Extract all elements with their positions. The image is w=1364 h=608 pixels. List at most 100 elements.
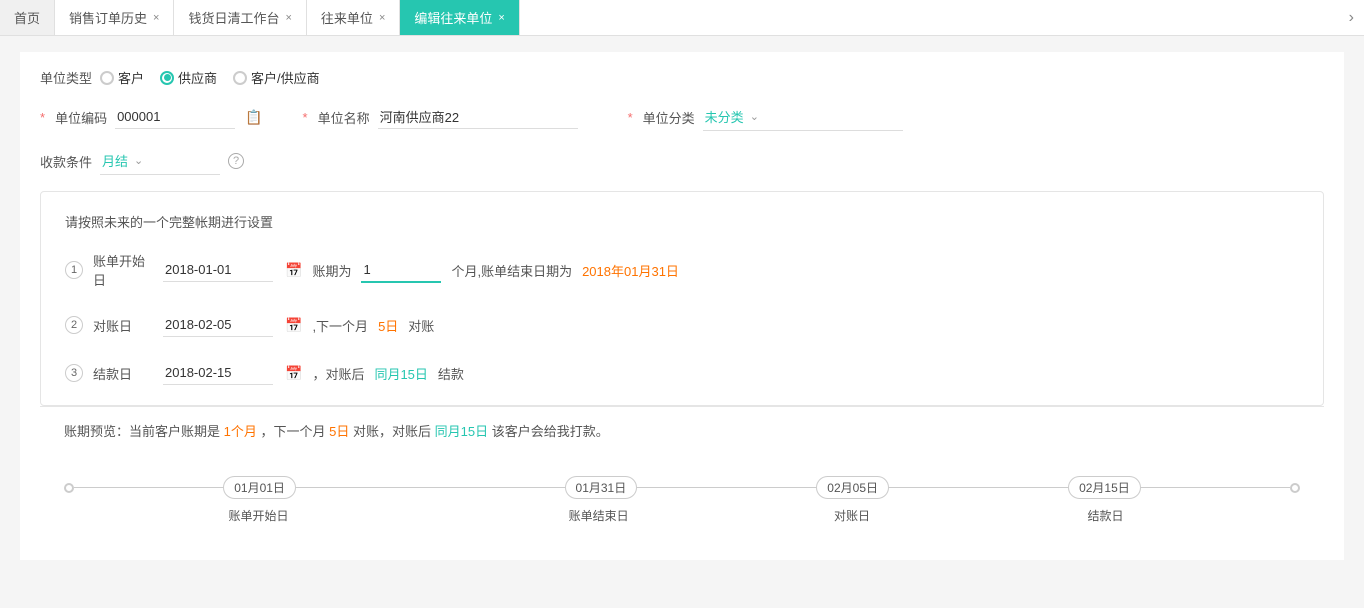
radio-customer-supplier[interactable]: 客户/供应商 [233, 68, 320, 87]
tab-unit[interactable]: 往来单位 × [307, 0, 400, 35]
tab-bar: 首页 销售订单历史 × 钱货日清工作台 × 往来单位 × 编辑往来单位 × › [0, 0, 1364, 36]
unit-name-field: * 单位名称 [303, 105, 578, 129]
timeline-node-3: 02月05日 [816, 476, 889, 499]
payment-day-text: 同月15日 [374, 364, 427, 383]
row1-label: 账单开始日 [93, 251, 153, 289]
radio-customer-label: 客户 [118, 68, 144, 87]
preview-bar: 账期预览：当前客户账期是 1个月 ，下一个月 5日 对账，对账后 同月15日 该… [40, 406, 1324, 454]
tab-cash-label: 钱货日清工作台 [188, 8, 279, 27]
row2-num: 2 [65, 316, 83, 334]
reconcile-date-input[interactable] [163, 313, 273, 337]
tab-unit-label: 往来单位 [321, 8, 373, 27]
timeline-visual: 01月01日 01月31日 02月05日 02月15日 [40, 454, 1324, 544]
tab-home-label: 首页 [14, 8, 40, 27]
unit-name-label: 单位名称 [318, 108, 370, 127]
radio-customer[interactable]: 客户 [100, 68, 144, 87]
unit-name-input[interactable] [378, 105, 578, 129]
billing-start-date-input[interactable] [163, 258, 273, 282]
row2-pre-text: ,下一个月 [312, 316, 368, 335]
billing-end-date-text: 2018年01月31日 [582, 261, 679, 280]
preview-prefix: 账期预览：当前客户账期是 [64, 424, 220, 439]
preview-part2: 5日 [329, 424, 349, 439]
reconcile-cal-icon[interactable]: 📅 [285, 317, 302, 334]
payment-condition-value: 月结 [102, 151, 128, 170]
unit-type-field: 单位类型 客户 供应商 客户/供应商 [40, 68, 320, 87]
tab-edit-unit-label: 编辑往来单位 [414, 8, 492, 27]
tab-cash-close-icon[interactable]: × [285, 12, 291, 24]
unit-name-star: * [303, 110, 308, 125]
timeline-node4-badge: 02月15日 [1068, 476, 1141, 499]
timeline-node2-badge: 01月31日 [565, 476, 638, 499]
timeline-node-4: 02月15日 [1068, 476, 1141, 499]
payment-cal-icon[interactable]: 📅 [285, 365, 302, 382]
preview-suffix: 该客户会给我打款。 [492, 424, 609, 439]
tab-edit-unit-close-icon[interactable]: × [498, 12, 504, 24]
row3-pre-text: ，对账后 [312, 364, 364, 383]
main-content: 单位类型 客户 供应商 客户/供应商 [0, 36, 1364, 576]
unit-type-row: 单位类型 客户 供应商 客户/供应商 [40, 68, 1324, 87]
tab-sales-order-history[interactable]: 销售订单历史 × [55, 0, 174, 35]
unit-classify-star: * [628, 110, 633, 125]
reconcile-row: 2 对账日 📅 ,下一个月 5日 对账 [65, 313, 1299, 337]
unit-type-label: 单位类型 [40, 68, 92, 87]
row1-post-text: 个月,账单结束日期为 [451, 261, 572, 280]
payment-row: 3 结款日 📅 ，对账后 同月15日 结款 [65, 361, 1299, 385]
unit-code-label: 单位编码 [55, 108, 107, 127]
payment-condition-label: 收款条件 [40, 152, 92, 171]
unit-classify-label: 单位分类 [643, 108, 695, 127]
unit-code-input[interactable] [115, 105, 235, 129]
tab-unit-close-icon[interactable]: × [379, 12, 385, 24]
billing-start-row: 1 账单开始日 📅 账期为 个月,账单结束日期为 2018年01月31日 [65, 251, 1299, 289]
row3-post-text: 结款 [438, 364, 464, 383]
row2-post-text: 对账 [408, 316, 434, 335]
payment-date-input[interactable] [163, 361, 273, 385]
radio-supplier[interactable]: 供应商 [160, 68, 217, 87]
tab-sales-label: 销售订单历史 [69, 8, 147, 27]
unit-code-copy-icon[interactable]: 📋 [245, 109, 262, 126]
billing-start-cal-icon[interactable]: 📅 [285, 262, 302, 279]
timeline-node1-badge: 01月01日 [223, 476, 296, 499]
timeline-node3-label: 对账日 [834, 507, 870, 524]
radio-supplier-circle [160, 71, 174, 85]
reconcile-day-text: 5日 [378, 316, 398, 335]
radio-customer-supplier-circle [233, 71, 247, 85]
row3-num: 3 [65, 364, 83, 382]
payment-condition-help-icon[interactable]: ? [228, 153, 244, 169]
tab-cash-work[interactable]: 钱货日清工作台 × [174, 0, 306, 35]
unit-type-radio-group: 客户 供应商 客户/供应商 [100, 68, 320, 87]
preview-part3: 同月15日 [435, 424, 488, 439]
timeline-left-dot [64, 483, 74, 493]
row3-label: 结款日 [93, 364, 153, 383]
unit-classify-dropdown[interactable]: 未分类 ⌄ [703, 103, 903, 131]
timeline-node3-badge: 02月05日 [816, 476, 889, 499]
radio-supplier-label: 供应商 [178, 68, 217, 87]
row2-label: 对账日 [93, 316, 153, 335]
month-count-input[interactable] [361, 258, 441, 283]
tab-expand-button[interactable]: › [1339, 0, 1364, 35]
unit-classify-value: 未分类 [705, 107, 744, 126]
code-name-classify-row: * 单位编码 📋 * 单位名称 * 单位分类 未分类 ⌄ [40, 103, 1324, 131]
row1-pre-text: 账期为 [312, 261, 351, 280]
unit-classify-arrow-icon: ⌄ [750, 110, 759, 123]
radio-customer-circle [100, 71, 114, 85]
preview-mid1: ，下一个月 [261, 424, 326, 439]
form-section: 单位类型 客户 供应商 客户/供应商 [20, 52, 1344, 560]
timeline-right-dot [1290, 483, 1300, 493]
preview-mid2: 对账，对账后 [353, 424, 431, 439]
preview-part1: 1个月 [224, 424, 257, 439]
timeline-node4-label: 结款日 [1087, 507, 1123, 524]
payment-condition-arrow-icon: ⌄ [134, 154, 143, 167]
radio-customer-supplier-label: 客户/供应商 [251, 68, 320, 87]
timeline-node-1: 01月01日 [223, 476, 296, 499]
payment-condition-field: 收款条件 月结 ⌄ ? [40, 147, 244, 175]
billing-period-card: 请按照未来的一个完整帐期进行设置 1 账单开始日 📅 账期为 个月,账单结束日期… [40, 191, 1324, 406]
card-title: 请按照未来的一个完整帐期进行设置 [65, 212, 1299, 231]
unit-code-star: * [40, 110, 45, 125]
tab-sales-close-icon[interactable]: × [153, 12, 159, 24]
tab-edit-unit[interactable]: 编辑往来单位 × [400, 0, 519, 35]
payment-condition-row: 收款条件 月结 ⌄ ? [40, 147, 1324, 175]
tab-home[interactable]: 首页 [0, 0, 55, 35]
payment-condition-dropdown[interactable]: 月结 ⌄ [100, 147, 220, 175]
timeline-node1-label: 账单开始日 [229, 507, 289, 524]
timeline-node2-label: 账单结束日 [569, 507, 629, 524]
